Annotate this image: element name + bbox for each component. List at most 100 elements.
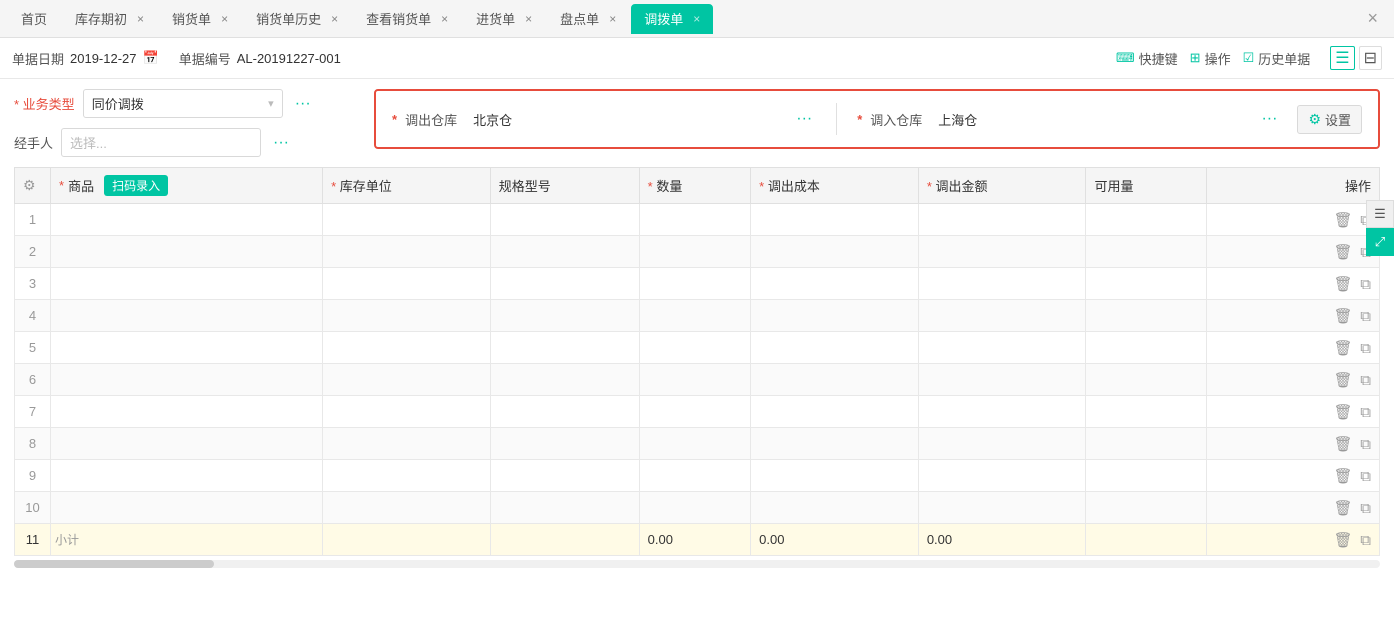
cell-amount[interactable] — [918, 268, 1086, 300]
tab-view-sales[interactable]: 查看销货单 × — [353, 4, 461, 34]
calendar-icon[interactable]: 📅 — [143, 50, 159, 66]
cell-quantity[interactable] — [639, 492, 751, 524]
row-delete-btn[interactable]: 🗑 — [1334, 404, 1353, 421]
cell-product[interactable] — [51, 492, 323, 524]
cell-amount[interactable] — [918, 492, 1086, 524]
tab-view-sales-close[interactable]: × — [441, 12, 448, 26]
cell-spec[interactable] — [490, 460, 639, 492]
cell-product[interactable] — [51, 428, 323, 460]
cell-product[interactable] — [51, 236, 323, 268]
cell-amount[interactable] — [918, 204, 1086, 236]
row-delete-btn[interactable]: 🗑 — [1334, 244, 1353, 261]
tab-inventory-count[interactable]: 盘点单 × — [547, 4, 629, 34]
cell-cost[interactable] — [751, 364, 919, 396]
cell-available[interactable] — [1086, 364, 1207, 396]
cell-product[interactable] — [51, 300, 323, 332]
float-list-btn[interactable]: ☰ — [1366, 200, 1394, 228]
cell-amount[interactable] — [918, 332, 1086, 364]
cell-cost[interactable] — [751, 492, 919, 524]
cell-cost[interactable] — [751, 268, 919, 300]
setting-button[interactable]: ⚙ 设置 — [1297, 105, 1362, 134]
cell-available[interactable] — [1086, 428, 1207, 460]
cell-unit[interactable] — [323, 268, 491, 300]
tab-transfer-order[interactable]: 调拨单 × — [631, 4, 713, 34]
cell-product[interactable] — [51, 396, 323, 428]
cell-cost[interactable] — [751, 428, 919, 460]
cell-quantity[interactable] — [639, 332, 751, 364]
cell-unit[interactable] — [323, 396, 491, 428]
tab-purchase-order-close[interactable]: × — [525, 12, 532, 26]
view-list-icon[interactable]: ☰ — [1330, 46, 1354, 70]
row-delete-btn[interactable]: 🗑 — [1334, 212, 1353, 229]
cell-spec[interactable] — [490, 492, 639, 524]
date-value[interactable]: 2019-12-27 — [70, 51, 137, 66]
cell-amount[interactable] — [918, 460, 1086, 492]
cell-unit[interactable] — [323, 204, 491, 236]
row-copy-btn[interactable]: ⧉ — [1360, 468, 1371, 485]
cell-quantity[interactable] — [639, 396, 751, 428]
business-type-select[interactable]: 同价调拨 ▾ — [83, 89, 283, 118]
row-copy-btn[interactable]: ⧉ — [1360, 436, 1371, 453]
row-copy-btn[interactable]: ⧉ — [1360, 308, 1371, 325]
cell-spec[interactable] — [490, 364, 639, 396]
cell-unit[interactable] — [323, 236, 491, 268]
cell-quantity[interactable] — [639, 364, 751, 396]
handler-more-btn[interactable]: ··· — [269, 134, 293, 152]
cell-product[interactable] — [51, 332, 323, 364]
shortcut-action[interactable]: ⌨ 快捷键 — [1116, 49, 1178, 68]
cell-product[interactable] — [51, 364, 323, 396]
row-copy-btn[interactable]: ⧉ — [1360, 340, 1371, 357]
window-close-button[interactable]: × — [1359, 8, 1386, 29]
cell-unit[interactable] — [323, 460, 491, 492]
handler-select[interactable]: 选择... — [61, 128, 261, 157]
tab-inventory-init[interactable]: 库存期初 × — [62, 4, 157, 34]
row-delete-btn[interactable]: 🗑 — [1334, 340, 1353, 357]
cell-quantity[interactable] — [639, 428, 751, 460]
view-grid-icon[interactable]: ⊟ — [1359, 46, 1382, 70]
subtotal-delete-btn[interactable]: 🗑 — [1334, 532, 1353, 549]
cell-amount[interactable] — [918, 236, 1086, 268]
cell-spec[interactable] — [490, 268, 639, 300]
cell-available[interactable] — [1086, 236, 1207, 268]
cell-quantity[interactable] — [639, 300, 751, 332]
cell-amount[interactable] — [918, 300, 1086, 332]
cell-cost[interactable] — [751, 204, 919, 236]
cell-quantity[interactable] — [639, 204, 751, 236]
cell-unit[interactable] — [323, 364, 491, 396]
cell-available[interactable] — [1086, 492, 1207, 524]
float-expand-btn[interactable]: ⤢ — [1366, 228, 1394, 256]
transfer-in-value[interactable]: 上海仓 — [938, 110, 977, 129]
cell-product[interactable] — [51, 204, 323, 236]
table-gear-icon[interactable]: ⚙ — [23, 177, 36, 193]
cell-quantity[interactable] — [639, 236, 751, 268]
subtotal-copy-btn[interactable]: ⧉ — [1360, 532, 1371, 549]
row-delete-btn[interactable]: 🗑 — [1334, 372, 1353, 389]
row-delete-btn[interactable]: 🗑 — [1334, 500, 1353, 517]
tab-transfer-order-close[interactable]: × — [693, 12, 700, 26]
cell-available[interactable] — [1086, 332, 1207, 364]
cell-cost[interactable] — [751, 396, 919, 428]
cell-available[interactable] — [1086, 396, 1207, 428]
cell-spec[interactable] — [490, 428, 639, 460]
tab-inventory-count-close[interactable]: × — [609, 12, 616, 26]
tab-sales-order[interactable]: 销货单 × — [159, 4, 241, 34]
scan-entry-button[interactable]: 扫码录入 — [104, 175, 168, 196]
cell-unit[interactable] — [323, 332, 491, 364]
cell-amount[interactable] — [918, 396, 1086, 428]
cell-available[interactable] — [1086, 268, 1207, 300]
cell-spec[interactable] — [490, 332, 639, 364]
row-delete-btn[interactable]: 🗑 — [1334, 436, 1353, 453]
row-delete-btn[interactable]: 🗑 — [1334, 276, 1353, 293]
horizontal-scrollbar[interactable] — [14, 560, 1380, 568]
cell-cost[interactable] — [751, 236, 919, 268]
cell-amount[interactable] — [918, 428, 1086, 460]
transfer-in-more-btn[interactable]: ··· — [1257, 110, 1281, 128]
cell-unit[interactable] — [323, 300, 491, 332]
cell-cost[interactable] — [751, 460, 919, 492]
cell-spec[interactable] — [490, 236, 639, 268]
transfer-out-more-btn[interactable]: ··· — [792, 110, 816, 128]
row-delete-btn[interactable]: 🗑 — [1334, 308, 1353, 325]
business-type-more-btn[interactable]: ··· — [291, 95, 315, 113]
tab-sales-order-close[interactable]: × — [221, 12, 228, 26]
cell-unit[interactable] — [323, 428, 491, 460]
